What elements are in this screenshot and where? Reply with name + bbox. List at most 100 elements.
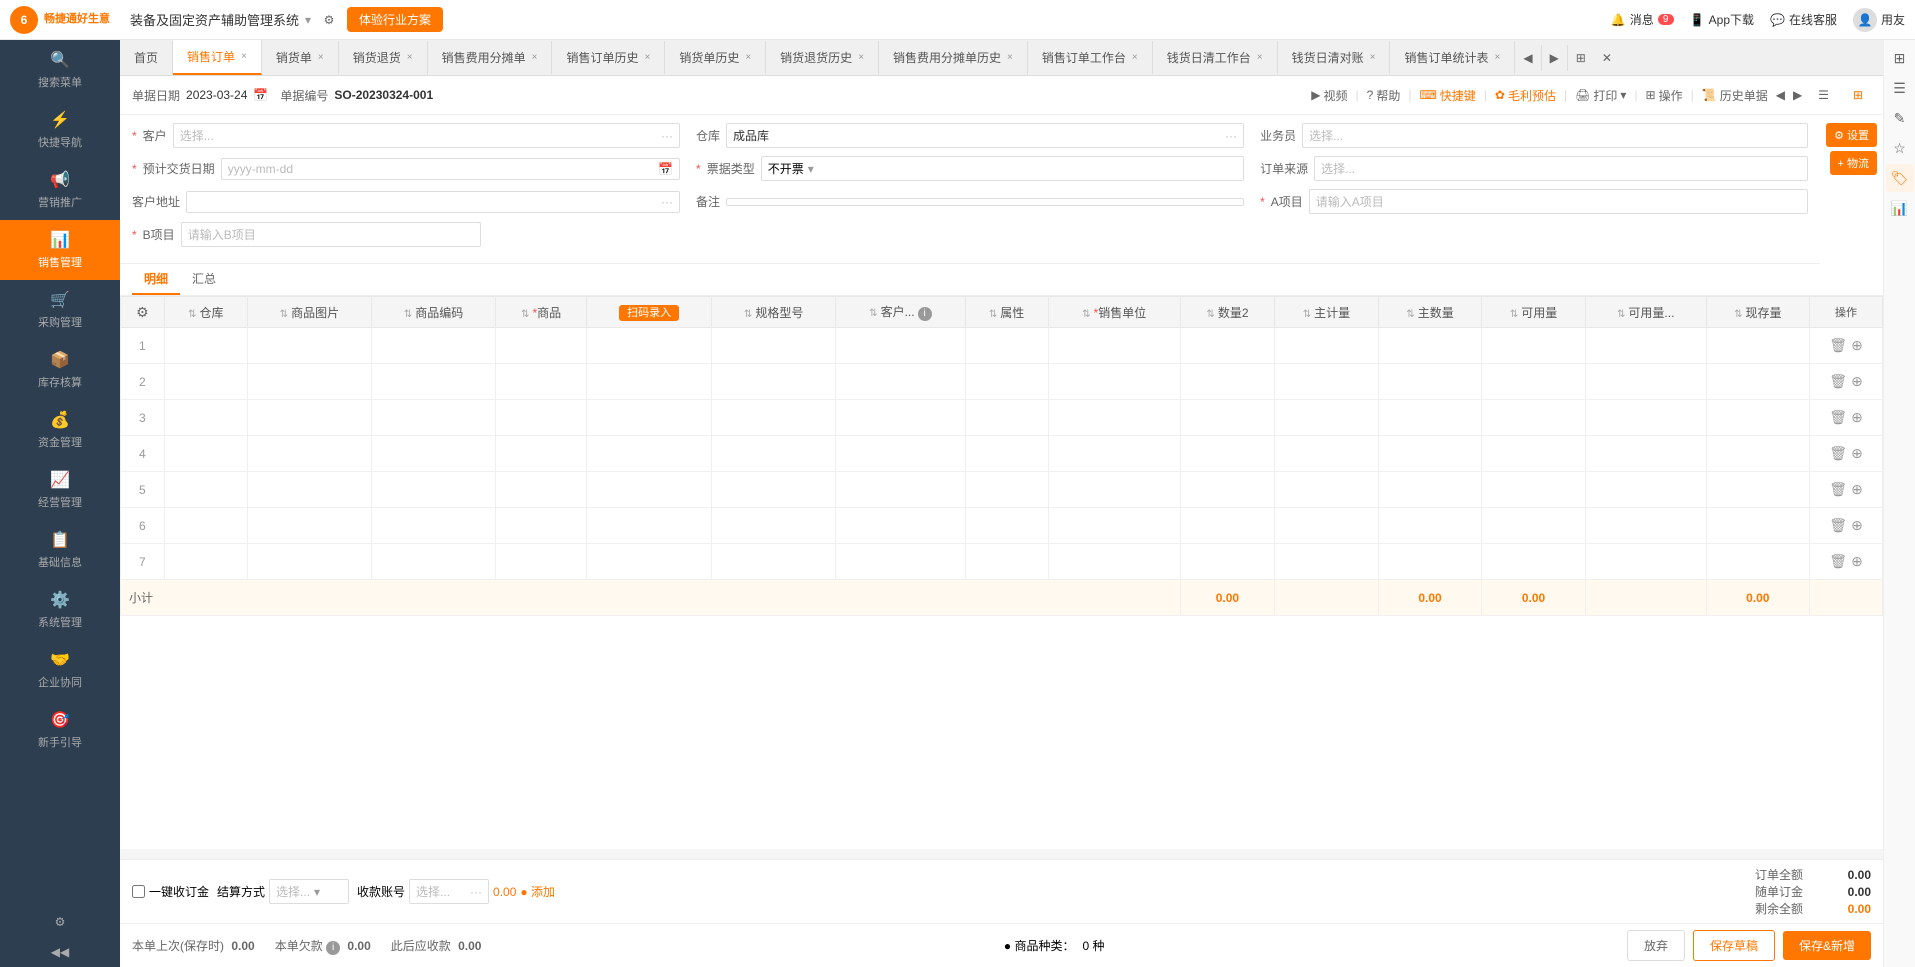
row-1-scan[interactable] — [587, 328, 712, 364]
tab-next-button[interactable]: ▶ — [1542, 45, 1568, 71]
sidebar-item-purchase[interactable]: 🛒 采购管理 — [0, 280, 120, 340]
tab-prev-button[interactable]: ◀ — [1515, 45, 1541, 71]
remark-input[interactable] — [726, 198, 1244, 206]
row-1-stock[interactable] — [1706, 328, 1810, 364]
copy-row-icon[interactable]: ⊕ — [1851, 445, 1863, 462]
sidebar-item-finance[interactable]: 💰 资金管理 — [0, 400, 120, 460]
scan-btn[interactable]: 扫码录入 — [619, 305, 679, 321]
horizontal-scrollbar[interactable] — [120, 849, 1883, 859]
delete-row-icon[interactable]: 🗑 — [1829, 409, 1847, 426]
tab-sales-return[interactable]: 销货退货 × — [339, 41, 428, 74]
customer-input[interactable]: 选择... ··· — [173, 123, 680, 148]
sidebar-item-sales[interactable]: 📊 销售管理 — [0, 220, 120, 280]
row-1-image[interactable] — [247, 328, 371, 364]
copy-row-icon[interactable]: ⊕ — [1851, 481, 1863, 498]
settings-icon[interactable]: ⚙ — [317, 8, 341, 32]
tab-close-icon[interactable]: × — [241, 51, 247, 62]
invoice-select[interactable]: 不开票 ▾ — [761, 156, 1244, 181]
online-service-button[interactable]: 💬 在线客服 — [1770, 11, 1837, 28]
tab-close-icon[interactable]: × — [858, 52, 864, 63]
tab-close-icon[interactable]: × — [532, 52, 538, 63]
tab-invoice-history[interactable]: 销货单历史 × — [665, 41, 766, 74]
right-panel-icon-4[interactable]: ☆ — [1886, 134, 1914, 162]
right-panel-icon-1[interactable]: ⊞ — [1886, 44, 1914, 72]
sidebar-item-basic-info[interactable]: 📋 基础信息 — [0, 520, 120, 580]
settings-button[interactable]: ⚙ 设置 — [1826, 123, 1877, 147]
tab-close-icon[interactable]: × — [644, 52, 650, 63]
delete-row-icon[interactable]: 🗑 — [1829, 517, 1847, 534]
tab-close-icon[interactable]: × — [318, 52, 324, 63]
right-panel-icon-2[interactable]: ☰ — [1886, 74, 1914, 102]
tab-daily-clear-account[interactable]: 钱货日清对账 × — [1278, 41, 1391, 74]
row-1-sku[interactable] — [371, 328, 495, 364]
row-1-avail[interactable] — [1482, 328, 1586, 364]
view-video-button[interactable]: ▶ 视频 — [1311, 87, 1347, 104]
row-1-warehouse[interactable] — [164, 328, 247, 364]
tab-order-history[interactable]: 销售订单历史 × — [552, 41, 665, 74]
b-project-input[interactable]: 请输入B项目 — [181, 222, 481, 247]
row-1-attr[interactable] — [965, 328, 1048, 364]
one-click-checkbox[interactable] — [132, 885, 145, 898]
right-panel-icon-5[interactable]: 🏷 — [1886, 164, 1914, 192]
tab-close-icon[interactable]: × — [1257, 52, 1263, 63]
print-button[interactable]: 🖨 打印 ▾ — [1575, 87, 1626, 104]
print-dropdown-icon[interactable]: ▾ — [1620, 88, 1626, 102]
row-1-custsku[interactable] — [836, 328, 965, 364]
add-account-button[interactable]: ● 添加 — [520, 883, 555, 900]
tab-close-icon[interactable]: × — [407, 52, 413, 63]
tab-sales-order[interactable]: 销售订单 × — [173, 40, 262, 75]
profit-button[interactable]: ✿ 毛利预估 — [1495, 87, 1556, 104]
warehouse-input[interactable]: 成品库 ··· — [726, 123, 1244, 148]
list-view-button[interactable]: ☰ — [1810, 82, 1837, 108]
customer-sku-info-icon[interactable]: i — [918, 307, 932, 321]
customer-dots[interactable]: ··· — [661, 129, 673, 143]
user-avatar[interactable]: 👤 用友 — [1853, 8, 1905, 32]
tab-close-icon[interactable]: × — [1494, 52, 1500, 63]
address-dots[interactable]: ··· — [661, 195, 673, 209]
row-1-mainunit[interactable] — [1275, 328, 1379, 364]
address-input[interactable]: ··· — [186, 191, 680, 213]
row-2-warehouse[interactable] — [164, 364, 247, 400]
copy-row-icon[interactable]: ⊕ — [1851, 373, 1863, 390]
row-1-unit[interactable] — [1048, 328, 1180, 364]
discard-button[interactable]: 放弃 — [1627, 930, 1685, 961]
copy-row-icon[interactable]: ⊕ — [1851, 517, 1863, 534]
sidebar-item-quicknav[interactable]: ⚡ 快捷导航 — [0, 100, 120, 160]
current-balance-info-icon[interactable]: i — [326, 941, 340, 955]
next-doc-button[interactable]: ▶ — [1793, 88, 1802, 102]
sidebar-item-collab[interactable]: 🤝 企业协同 — [0, 640, 120, 700]
prev-doc-button[interactable]: ◀ — [1776, 88, 1785, 102]
copy-row-icon[interactable]: ⊕ — [1851, 337, 1863, 354]
calendar-icon[interactable]: 📅 — [253, 88, 268, 102]
sidebar-item-search[interactable]: 🔍 搜索菜单 — [0, 40, 120, 100]
help-button[interactable]: ? 帮助 — [1367, 87, 1401, 104]
tab-sales-invoice[interactable]: 销货单 × — [262, 41, 339, 74]
dropdown-arrow-icon[interactable]: ▾ — [305, 13, 311, 27]
tab-detail[interactable]: 明细 — [132, 264, 180, 295]
delivery-input[interactable]: yyyy-mm-dd 📅 — [221, 158, 680, 180]
delete-row-icon[interactable]: 🗑 — [1829, 337, 1847, 354]
tab-order-summary[interactable]: 销售订单统计表 × — [1390, 41, 1515, 74]
message-button[interactable]: 🔔 消息 9 — [1611, 11, 1674, 28]
tab-return-history[interactable]: 销货退货历史 × — [766, 41, 879, 74]
account-dots[interactable]: ··· — [470, 885, 482, 899]
copy-row-icon[interactable]: ⊕ — [1851, 553, 1863, 570]
order-source-input[interactable]: 选择... — [1314, 156, 1808, 181]
sidebar-expand-button[interactable]: ⚙ — [0, 907, 120, 937]
form-view-button[interactable]: ⊞ — [1845, 82, 1871, 108]
row-1-product[interactable] — [496, 328, 587, 364]
copy-row-icon[interactable]: ⊕ — [1851, 409, 1863, 426]
delete-row-icon[interactable]: 🗑 — [1829, 373, 1847, 390]
account-select[interactable]: 选择... ··· — [409, 879, 489, 904]
tab-more-button[interactable]: ⊞ — [1568, 45, 1594, 71]
tab-close-icon[interactable]: × — [1132, 52, 1138, 63]
sidebar-item-inventory[interactable]: 📦 库存核算 — [0, 340, 120, 400]
history-button[interactable]: 📜 历史单据 — [1702, 87, 1768, 104]
delete-row-icon[interactable]: 🗑 — [1829, 481, 1847, 498]
tab-daily-clear-work[interactable]: 钱货日清工作台 × — [1153, 41, 1278, 74]
row-1-qty2[interactable] — [1180, 328, 1274, 364]
payment-select[interactable]: 选择... ▾ — [269, 879, 349, 904]
save-draft-button[interactable]: 保存草稿 — [1693, 930, 1775, 961]
shortcut-button[interactable]: ⌨ 快捷键 — [1419, 87, 1475, 104]
tab-close-icon[interactable]: × — [1370, 52, 1376, 63]
